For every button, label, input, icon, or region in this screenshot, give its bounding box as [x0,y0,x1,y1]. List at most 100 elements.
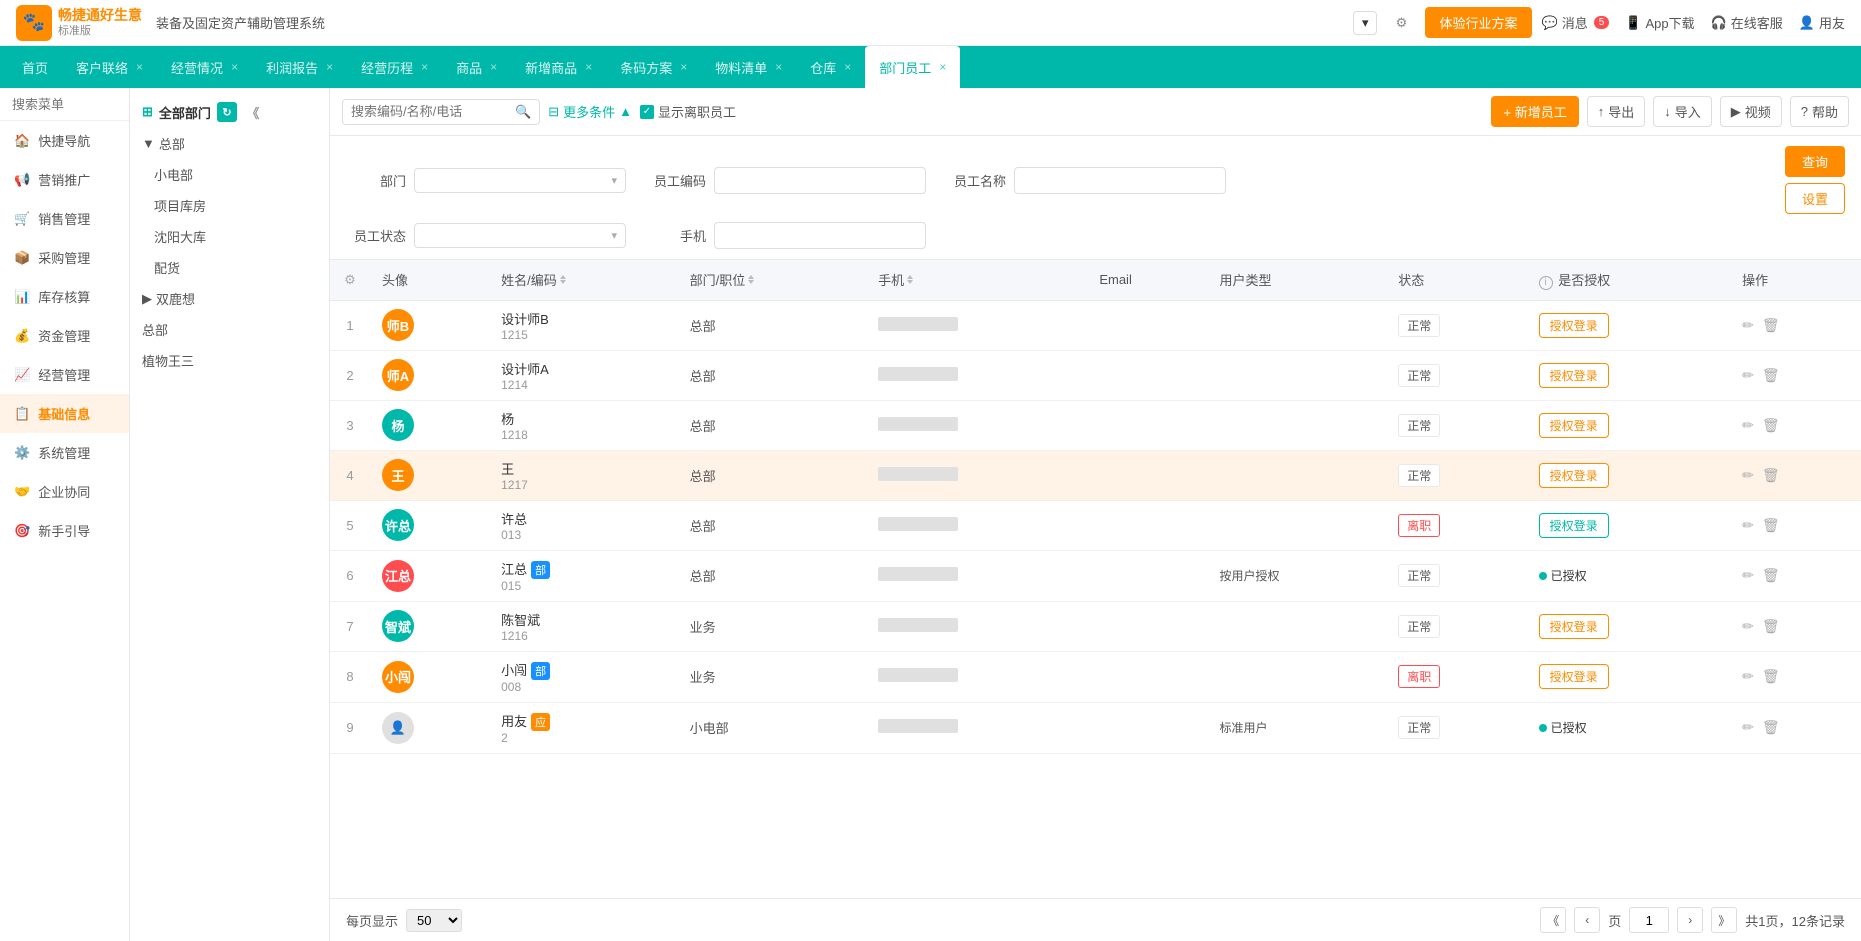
show-resigned-toggle[interactable]: ✓ 显示离职员工 [640,102,736,121]
tab-goods[interactable]: 商品 × [442,46,511,88]
close-icon[interactable]: × [326,60,333,74]
authorize-button[interactable]: 授权登录 [1539,513,1609,538]
search-input[interactable] [351,104,511,119]
edit-icon[interactable]: ✏ [1742,517,1754,534]
dept-tree-item-distribution[interactable]: 配货 [130,252,329,283]
edit-icon[interactable]: ✏ [1742,668,1754,685]
tab-profit[interactable]: 利润报告 × [252,46,347,88]
delete-icon[interactable]: 🗑 [1762,668,1780,685]
delete-icon[interactable]: 🗑 [1762,317,1780,334]
tab-history[interactable]: 经营历程 × [347,46,442,88]
emp-name-input[interactable] [1014,167,1226,194]
edit-icon[interactable]: ✏ [1742,317,1754,334]
authorize-button[interactable]: 授权登录 [1539,313,1609,338]
authorize-button[interactable]: 授权登录 [1539,463,1609,488]
delete-icon[interactable]: 🗑 [1762,618,1780,635]
dept-tree-item-hq[interactable]: 总部 [130,314,329,345]
tab-customer[interactable]: 客户联络 × [62,46,157,88]
edit-icon[interactable]: ✏ [1742,567,1754,584]
close-icon[interactable]: × [421,60,428,74]
first-page-button[interactable]: 《 [1540,907,1566,933]
filter-dept-select[interactable]: ▾ [414,168,626,193]
sidebar-item-marketing[interactable]: 📢 营销推广 [0,160,129,199]
close-icon[interactable]: × [585,60,592,74]
app-download-button[interactable]: 📱 App下载 [1625,13,1694,32]
sidebar-item-inventory[interactable]: 📊 库存核算 [0,277,129,316]
delete-icon[interactable]: 🗑 [1762,367,1780,384]
sidebar-item-system[interactable]: ⚙️ 系统管理 [0,433,129,472]
dept-tree-item-plant-king[interactable]: 植物王三 [130,345,329,376]
tab-new-goods[interactable]: 新增商品 × [511,46,606,88]
dept-tree-item-double[interactable]: ▶ 双鹿想 [130,283,329,314]
close-icon[interactable]: × [775,60,782,74]
edit-icon[interactable]: ✏ [1742,618,1754,635]
close-icon[interactable]: × [136,60,143,74]
filter-status-select[interactable]: ▾ [414,223,626,248]
tab-employees[interactable]: 部门员工 × [865,46,960,88]
delete-icon[interactable]: 🗑 [1762,417,1780,434]
user-avatar[interactable]: 👤 用友 [1799,13,1845,32]
tab-home[interactable]: 首页 [8,46,62,88]
dept-refresh-button[interactable]: ↻ [217,102,237,122]
dept-tree-item-general[interactable]: ▼ 总部 [130,128,329,159]
sidebar-item-quick-nav[interactable]: 🏠 快捷导航 [0,121,129,160]
close-icon[interactable]: × [680,60,687,74]
tab-warehouse[interactable]: 仓库 × [796,46,865,88]
export-button[interactable]: ↑ 导出 [1587,96,1646,127]
page-input[interactable] [1629,907,1669,933]
help-button[interactable]: ? 帮助 [1790,96,1849,127]
close-icon[interactable]: × [939,60,946,74]
sidebar-item-guide[interactable]: 🎯 新手引导 [0,511,129,550]
col-name[interactable]: 姓名/编码 [489,260,678,300]
col-dept[interactable]: 部门/职位 [678,260,867,300]
sidebar-item-finance[interactable]: 💰 资金管理 [0,316,129,355]
phone-input[interactable] [714,222,926,249]
last-page-button[interactable]: 》 [1711,907,1737,933]
system-select[interactable]: ▾ [1353,11,1378,35]
close-icon[interactable]: × [844,60,851,74]
delete-icon[interactable]: 🗑 [1762,467,1780,484]
online-service-button[interactable]: 🎧 在线客服 [1711,13,1783,32]
dept-tree-item-shenyang[interactable]: 沈阳大库 [130,221,329,252]
dept-collapse-button[interactable]: 《 [243,102,263,122]
authorize-button[interactable]: 授权登录 [1539,614,1609,639]
authorize-button[interactable]: 授权登录 [1539,664,1609,689]
delete-icon[interactable]: 🗑 [1762,719,1780,736]
edit-icon[interactable]: ✏ [1742,367,1754,384]
next-page-button[interactable]: › [1677,907,1703,933]
tab-barcode[interactable]: 条码方案 × [606,46,701,88]
sidebar-item-basic-info[interactable]: 📋 基础信息 [0,394,129,433]
edit-icon[interactable]: ✏ [1742,467,1754,484]
video-button[interactable]: ▶ 视频 [1720,96,1782,127]
per-page-select[interactable]: 50 100 [406,909,462,932]
more-conditions-button[interactable]: ⊟ 更多条件 ▲ [548,102,632,121]
edit-icon[interactable]: ✏ [1742,417,1754,434]
authorize-button[interactable]: 授权登录 [1539,413,1609,438]
sidebar-item-purchase[interactable]: 📦 采购管理 [0,238,129,277]
add-employee-button[interactable]: + 新增员工 [1491,96,1578,127]
close-icon[interactable]: × [231,60,238,74]
authorize-button[interactable]: 授权登录 [1539,363,1609,388]
dept-tree-item-project[interactable]: 项目库房 [130,190,329,221]
import-button[interactable]: ↓ 导入 [1653,96,1712,127]
trial-button[interactable]: 体验行业方案 [1425,7,1531,38]
col-phone[interactable]: 手机 [866,260,1087,300]
set-button[interactable]: 设置 [1785,183,1845,214]
message-button[interactable]: 💬 消息 5 [1542,13,1610,32]
column-settings-icon[interactable]: ⚙ [344,272,356,287]
tab-operations[interactable]: 经营情况 × [157,46,252,88]
delete-icon[interactable]: 🗑 [1762,567,1780,584]
edit-icon[interactable]: ✏ [1742,719,1754,736]
search-menu-input[interactable] [12,97,130,112]
close-icon[interactable]: × [490,60,497,74]
gear-icon[interactable]: ⚙ [1387,9,1415,37]
sidebar-item-enterprise[interactable]: 🤝 企业协同 [0,472,129,511]
prev-page-button[interactable]: ‹ [1574,907,1600,933]
dept-tree-item-small-elec[interactable]: 小电部 [130,159,329,190]
emp-code-input[interactable] [714,167,926,194]
sidebar-item-operations[interactable]: 📈 经营管理 [0,355,129,394]
tab-bom[interactable]: 物料清单 × [701,46,796,88]
sidebar-item-sales[interactable]: 🛒 销售管理 [0,199,129,238]
query-button[interactable]: 查询 [1785,146,1845,177]
delete-icon[interactable]: 🗑 [1762,517,1780,534]
